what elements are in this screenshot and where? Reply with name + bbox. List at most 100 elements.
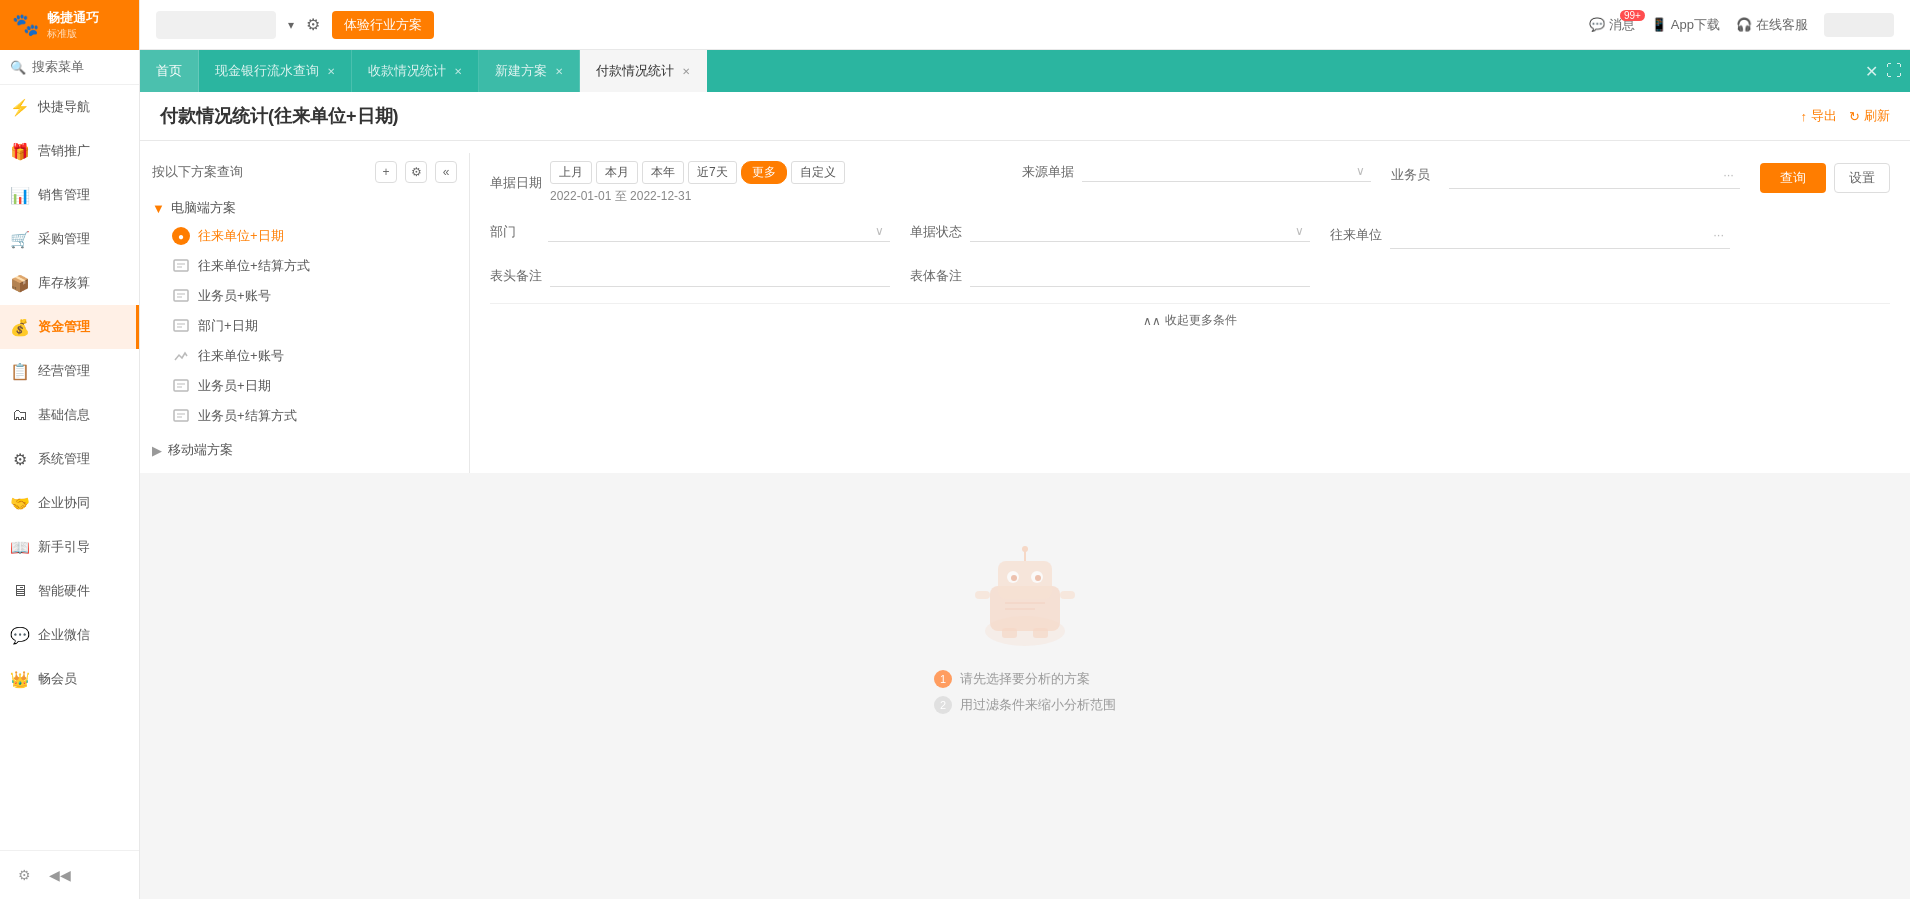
scheme-staff-account[interactable]: 业务员+账号 xyxy=(152,281,457,311)
settings-bottom-btn[interactable]: ⚙ xyxy=(10,861,38,889)
partner-label: 往来单位 xyxy=(1330,226,1382,244)
last-7-btn[interactable]: 近7天 xyxy=(688,161,737,184)
empty-state: 1 请先选择要分析的方案 2 用过滤条件来缩小分析范围 xyxy=(140,481,1910,782)
svg-rect-27 xyxy=(1033,628,1048,638)
mobile-scheme-group-header[interactable]: ▶ 移动端方案 xyxy=(152,437,457,463)
sidebar-item-guide[interactable]: 📖 新手引导 xyxy=(0,525,139,569)
partner-more-btn[interactable]: ··· xyxy=(1713,227,1724,242)
logo-edition: 标准版 xyxy=(47,27,99,41)
payment-stats-tab-label: 付款情况统计 xyxy=(596,62,674,80)
scheme-unit-date[interactable]: ● 往来单位+日期 xyxy=(152,221,457,251)
filter-sidebar-header: 按以下方案查询 + ⚙ « xyxy=(152,153,457,191)
dept-select[interactable]: ∨ xyxy=(548,221,890,242)
scheme-settings-btn[interactable]: ⚙ xyxy=(405,161,427,183)
maximize-btn[interactable]: ⛶ xyxy=(1886,62,1902,80)
sidebar-nav: ⚡ 快捷导航 🎁 营销推广 📊 销售管理 🛒 采购管理 📦 库存核算 💰 资金管… xyxy=(0,85,139,850)
company-dropdown-arrow[interactable]: ▾ xyxy=(288,18,294,32)
tab-payment-stats[interactable]: 付款情况统计 ✕ xyxy=(580,50,707,92)
pc-scheme-group-header[interactable]: ▼ 电脑端方案 xyxy=(152,195,457,221)
tab-cash-flow[interactable]: 现金银行流水查询 ✕ xyxy=(199,50,352,92)
sidebar-item-inventory[interactable]: 📦 库存核算 xyxy=(0,261,139,305)
message-icon: 💬 xyxy=(1589,17,1605,32)
tab-collection-stats[interactable]: 收款情况统计 ✕ xyxy=(352,50,479,92)
source-label: 来源单据 xyxy=(1022,163,1074,181)
query-btn[interactable]: 查询 xyxy=(1760,163,1826,193)
close-all-tabs-btn[interactable]: ✕ xyxy=(1865,62,1878,81)
export-icon: ↑ xyxy=(1801,109,1808,124)
sidebar-item-smart-hw[interactable]: 🖥 智能硬件 xyxy=(0,569,139,613)
source-select[interactable]: ∨ xyxy=(1082,161,1371,182)
collapse-scheme-btn[interactable]: « xyxy=(435,161,457,183)
body-note-input[interactable] xyxy=(970,265,1310,287)
tab-home[interactable]: 首页 xyxy=(140,50,199,92)
sidebar-item-marketing[interactable]: 🎁 营销推广 xyxy=(0,129,139,173)
empty-tip-1: 1 请先选择要分析的方案 xyxy=(934,670,1116,688)
sidebar-item-wechat[interactable]: 💬 企业微信 xyxy=(0,613,139,657)
this-year-btn[interactable]: 本年 xyxy=(642,161,684,184)
sidebar-search[interactable]: 🔍 搜索菜单 xyxy=(0,50,139,85)
cash-flow-tab-label: 现金银行流水查询 xyxy=(215,62,319,80)
tabs-controls: ✕ ⛶ xyxy=(1865,62,1910,81)
content-area: 付款情况统计(往来单位+日期) ↑ 导出 ↻ 刷新 按以下方案查询 xyxy=(140,92,1910,899)
last-month-btn[interactable]: 上月 xyxy=(550,161,592,184)
tab-new-plan[interactable]: 新建方案 ✕ xyxy=(479,50,580,92)
sidebar-item-member[interactable]: 👑 畅会员 xyxy=(0,657,139,701)
collapse-more-conditions-btn[interactable]: ∧∧ 收起更多条件 xyxy=(490,303,1890,337)
filter-actions: 查询 设置 xyxy=(1760,163,1890,193)
enterprise-icon: 🤝 xyxy=(10,493,30,513)
refresh-btn[interactable]: ↻ 刷新 xyxy=(1849,107,1890,125)
topbar-settings-btn[interactable]: ⚙ xyxy=(306,15,320,34)
sidebar-item-operations[interactable]: 📋 经营管理 xyxy=(0,349,139,393)
filter-row-1: 单据日期 上月 本月 本年 近7天 更多 自定义 20 xyxy=(490,161,1890,205)
main-area: ▾ ⚙ 体验行业方案 💬 消息 99+ 📱 App下载 🎧 在线客服 首页 xyxy=(140,0,1910,899)
custom-btn[interactable]: 自定义 xyxy=(791,161,845,184)
page-header: 付款情况统计(往来单位+日期) ↑ 导出 ↻ 刷新 xyxy=(140,92,1910,141)
download-icon: 📱 xyxy=(1651,17,1667,32)
sidebar-item-finance[interactable]: 💰 资金管理 xyxy=(0,305,139,349)
sidebar-item-basic-info[interactable]: 🗂 基础信息 xyxy=(0,393,139,437)
add-scheme-btn[interactable]: + xyxy=(375,161,397,183)
more-btn[interactable]: 更多 xyxy=(741,161,787,184)
staff-input[interactable] xyxy=(1455,164,1723,185)
online-service-btn[interactable]: 🎧 在线客服 xyxy=(1736,16,1808,34)
company-selector[interactable] xyxy=(156,11,276,39)
scheme-unit-settle[interactable]: 往来单位+结算方式 xyxy=(152,251,457,281)
svg-rect-24 xyxy=(975,591,990,599)
scheme-staff-settle[interactable]: 业务员+结算方式 xyxy=(152,401,457,431)
doc-status-select[interactable]: ∨ xyxy=(970,221,1310,242)
sidebar-item-quick-nav[interactable]: ⚡ 快捷导航 xyxy=(0,85,139,129)
svg-rect-17 xyxy=(998,561,1052,599)
svg-point-20 xyxy=(1011,575,1017,581)
partner-input[interactable] xyxy=(1396,224,1713,245)
header-note-input[interactable] xyxy=(550,265,890,287)
scheme-unit-account[interactable]: 往来单位+账号 xyxy=(152,341,457,371)
trial-industry-btn[interactable]: 体验行业方案 xyxy=(332,11,434,39)
collection-stats-tab-close[interactable]: ✕ xyxy=(454,66,462,77)
export-btn[interactable]: ↑ 导出 xyxy=(1801,107,1838,125)
unit-account-icon xyxy=(172,347,190,365)
finance-icon: 💰 xyxy=(10,317,30,337)
messages-btn[interactable]: 💬 消息 99+ xyxy=(1589,16,1635,34)
staff-label: 业务员 xyxy=(1391,166,1441,184)
this-month-btn[interactable]: 本月 xyxy=(596,161,638,184)
staff-more-btn[interactable]: ··· xyxy=(1723,167,1734,182)
sidebar-item-purchase[interactable]: 🛒 采购管理 xyxy=(0,217,139,261)
collapse-sidebar-btn[interactable]: ◀◀ xyxy=(46,861,74,889)
cash-flow-tab-close[interactable]: ✕ xyxy=(327,66,335,77)
dept-date-icon xyxy=(172,317,190,335)
new-plan-tab-label: 新建方案 xyxy=(495,62,547,80)
mobile-group-arrow: ▶ xyxy=(152,443,162,458)
scheme-dept-date[interactable]: 部门+日期 xyxy=(152,311,457,341)
user-avatar[interactable] xyxy=(1824,13,1894,37)
sidebar-item-sales[interactable]: 📊 销售管理 xyxy=(0,173,139,217)
app-download-btn[interactable]: 📱 App下载 xyxy=(1651,16,1720,34)
doc-status-field: 单据状态 ∨ xyxy=(910,221,1310,242)
sidebar-item-enterprise[interactable]: 🤝 企业协同 xyxy=(0,481,139,525)
new-plan-tab-close[interactable]: ✕ xyxy=(555,66,563,77)
payment-stats-tab-close[interactable]: ✕ xyxy=(682,66,690,77)
scheme-staff-date[interactable]: 业务员+日期 xyxy=(152,371,457,401)
filter-row-3: 表头备注 表体备注 xyxy=(490,265,1890,287)
body-note-label: 表体备注 xyxy=(910,267,962,285)
settings-btn[interactable]: 设置 xyxy=(1834,163,1890,193)
sidebar-item-system[interactable]: ⚙ 系统管理 xyxy=(0,437,139,481)
